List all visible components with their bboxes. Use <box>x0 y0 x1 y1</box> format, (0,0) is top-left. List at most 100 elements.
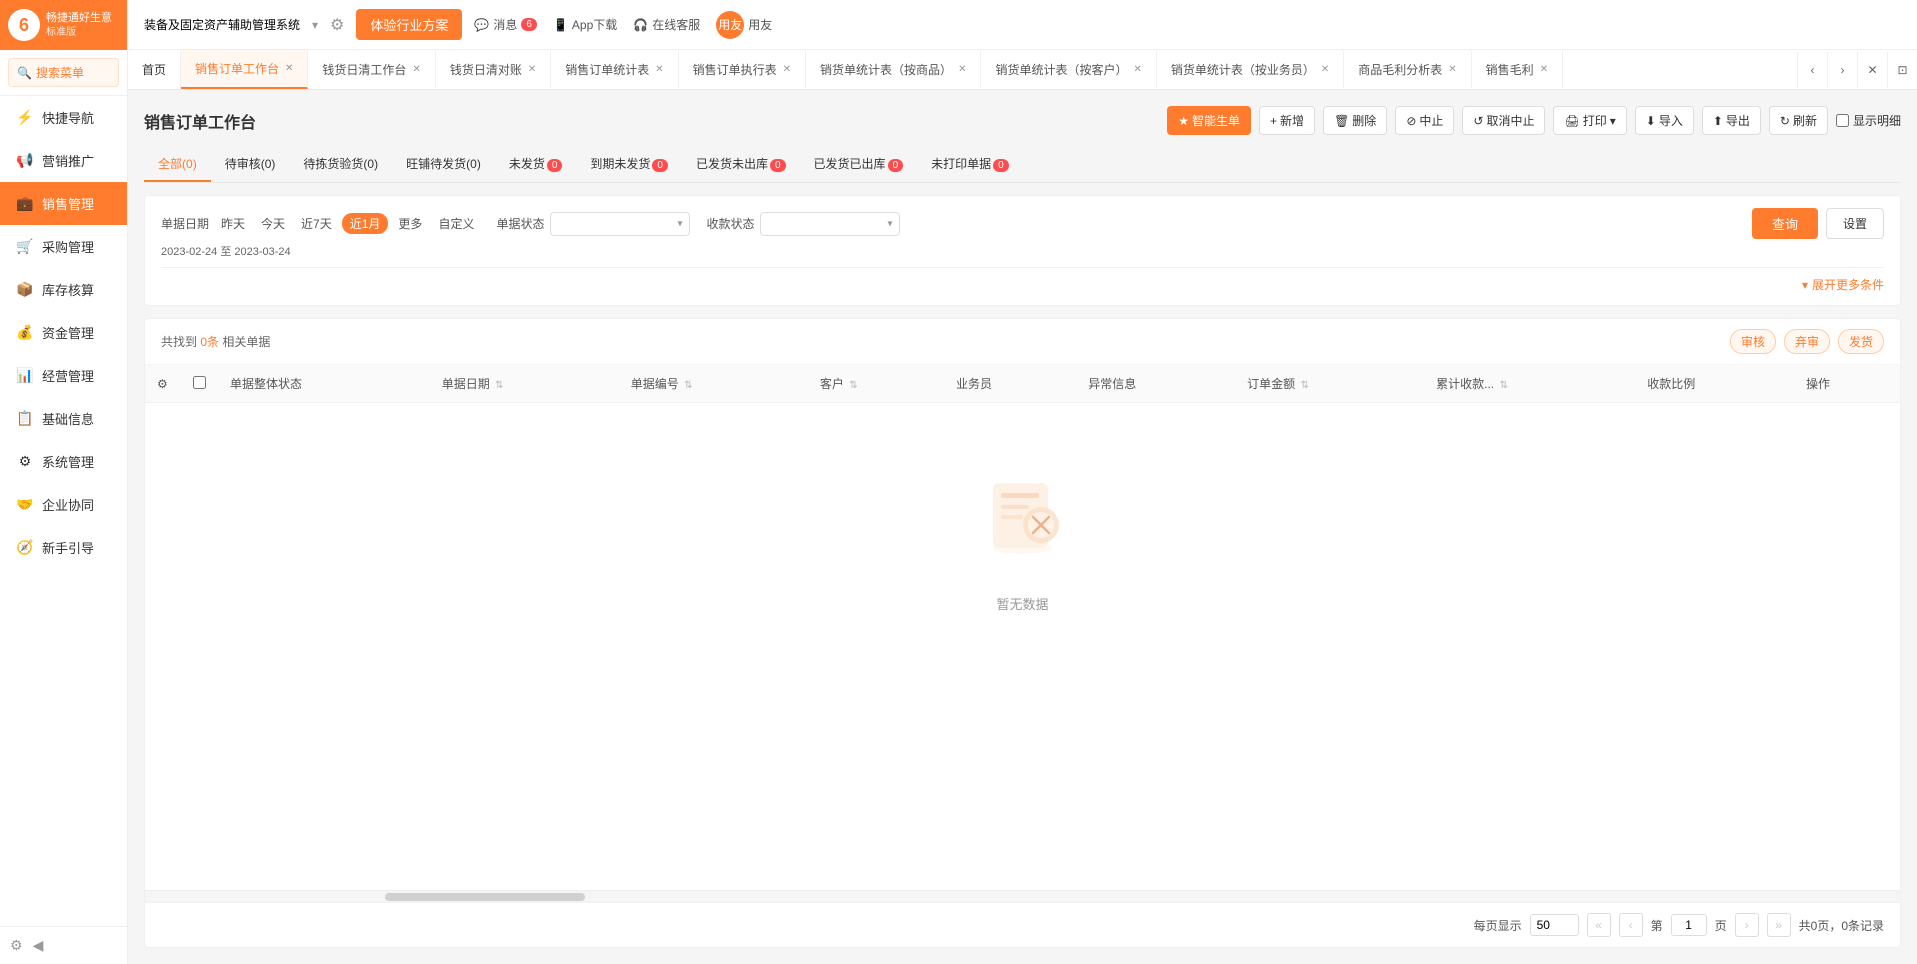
refresh-button[interactable]: ↻ 刷新 <box>1769 106 1828 135</box>
sidebar-item-finance[interactable]: 💰 资金管理 <box>0 311 127 354</box>
quick-today[interactable]: 今天 <box>255 213 291 234</box>
industry-solution-button[interactable]: 体验行业方案 <box>356 9 462 40</box>
date-quick-buttons: 昨天 今天 近7天 近1月 更多 自定义 <box>215 213 480 234</box>
tab-close-icon[interactable]: ✕ <box>655 64 663 75</box>
message-item[interactable]: 💬 消息 6 <box>474 16 537 33</box>
tab-sales-gross[interactable]: 销售毛利 ✕ <box>1472 51 1563 88</box>
setting-button[interactable]: 设置 <box>1826 208 1884 239</box>
sub-tab-pending-audit[interactable]: 待审核(0) <box>211 147 290 182</box>
print-button[interactable]: 🖨 打印 ▾ <box>1553 106 1626 135</box>
delete-button[interactable]: 🗑 删除 <box>1323 106 1387 135</box>
import-button[interactable]: ⬇ 导入 <box>1635 106 1694 135</box>
tab-gross-margin[interactable]: 商品毛利分析表 ✕ <box>1344 51 1471 88</box>
cancel-audit-button[interactable]: 弃审 <box>1784 329 1830 354</box>
tab-sales-stats-customer[interactable]: 销货单统计表（按客户） ✕ <box>981 51 1156 88</box>
status-select[interactable] <box>550 212 690 236</box>
tab-close-icon[interactable]: ✕ <box>1321 64 1329 75</box>
smart-create-button[interactable]: ★ 智能生单 <box>1167 106 1251 135</box>
settings-icon[interactable]: ⚙ <box>330 15 344 35</box>
quick-more[interactable]: 更多 <box>392 213 428 234</box>
tab-close-icon[interactable]: ✕ <box>1448 64 1456 75</box>
filter-expand-button[interactable]: ▾ 展开更多条件 <box>1802 276 1884 293</box>
sort-icon[interactable]: ⇅ <box>684 380 692 391</box>
sub-tab-wangpu-ship[interactable]: 旺铺待发货(0) <box>392 147 495 182</box>
select-all-checkbox[interactable] <box>193 376 206 389</box>
app-download-item[interactable]: 📱 App下载 <box>553 16 617 33</box>
sidebar-item-operation[interactable]: 📊 经营管理 <box>0 354 127 397</box>
tab-cash-reconcile[interactable]: 钱货日清对账 ✕ <box>436 51 551 88</box>
quick-yesterday[interactable]: 昨天 <box>215 213 251 234</box>
sidebar-item-enterprise[interactable]: 🤝 企业协同 <box>0 483 127 526</box>
show-detail-checkbox-label[interactable]: 显示明细 <box>1836 112 1901 129</box>
show-detail-checkbox[interactable] <box>1836 114 1849 127</box>
sub-tab-not-shipped[interactable]: 未发货0 <box>495 147 577 182</box>
tab-sales-workbench[interactable]: 销售订单工作台 ✕ <box>181 50 308 89</box>
prev-page-button[interactable]: ‹ <box>1619 913 1643 937</box>
sub-tab-shipped-out[interactable]: 已发货已出库0 <box>800 147 918 182</box>
search-menu-button[interactable]: 🔍 搜索菜单 <box>8 58 119 87</box>
page-size-select[interactable]: 10 20 50 100 <box>1530 914 1579 936</box>
page-number-input[interactable] <box>1671 914 1707 936</box>
sidebar-item-marketing[interactable]: 📢 营销推广 <box>0 139 127 182</box>
tab-close-icon[interactable]: ✕ <box>1540 64 1548 75</box>
collapse-button[interactable]: ◀ <box>33 937 44 954</box>
add-button[interactable]: + 新增 <box>1259 106 1315 135</box>
payment-select[interactable] <box>760 212 900 236</box>
quick-custom[interactable]: 自定义 <box>432 213 480 234</box>
ship-button[interactable]: 发货 <box>1838 329 1884 354</box>
scrollbar-thumb[interactable] <box>385 893 585 901</box>
tab-cash-daily[interactable]: 钱货日清工作台 ✕ <box>308 51 435 88</box>
sidebar-item-basic-info[interactable]: 📋 基础信息 <box>0 397 127 440</box>
sidebar-item-sales[interactable]: 💼 销售管理 <box>0 182 127 225</box>
tab-close-icon[interactable]: ✕ <box>285 63 293 74</box>
sidebar-item-quick-nav[interactable]: ⚡ 快捷导航 <box>0 96 127 139</box>
status-select-wrap <box>550 212 690 236</box>
stop-button[interactable]: ⊘ 中止 <box>1395 106 1454 135</box>
quick-1month[interactable]: 近1月 <box>342 213 389 234</box>
tab-sales-stats[interactable]: 销售订单统计表 ✕ <box>551 51 678 88</box>
online-service-item[interactable]: 🎧 在线客服 <box>633 16 700 33</box>
sidebar-item-guide[interactable]: 🧭 新手引导 <box>0 526 127 569</box>
sort-icon[interactable]: ⇅ <box>1500 380 1508 391</box>
tab-sales-exec[interactable]: 销售订单执行表 ✕ <box>679 51 806 88</box>
last-page-button[interactable]: » <box>1767 913 1791 937</box>
data-table: ⚙ 单据整体状态 单据日期 ⇅ <box>145 365 1900 403</box>
sidebar-item-system[interactable]: ⚙ 系统管理 <box>0 440 127 483</box>
sort-icon[interactable]: ⇅ <box>1300 380 1308 391</box>
finance-icon: 💰 <box>16 324 34 341</box>
enterprise-icon: 🤝 <box>16 496 34 513</box>
sub-tab-not-printed[interactable]: 未打印单据0 <box>917 147 1023 182</box>
export-button[interactable]: ⬆ 导出 <box>1702 106 1761 135</box>
sidebar-item-purchase[interactable]: 🛒 采购管理 <box>0 225 127 268</box>
sub-tab-all[interactable]: 全部(0) <box>144 147 211 182</box>
tab-close-all[interactable]: ✕ <box>1857 52 1887 88</box>
tab-close-icon[interactable]: ✕ <box>783 64 791 75</box>
tab-close-icon[interactable]: ✕ <box>412 64 420 75</box>
user-menu[interactable]: 用友 用友 <box>716 11 772 39</box>
tab-close-icon[interactable]: ✕ <box>958 64 966 75</box>
tab-sales-stats-staff[interactable]: 销货单统计表（按业务员） ✕ <box>1157 51 1344 88</box>
sub-tab-shipped-not-out[interactable]: 已发货未出库0 <box>682 147 800 182</box>
tab-nav-prev[interactable]: ‹ <box>1797 52 1827 88</box>
settings-icon[interactable]: ⚙ <box>157 377 168 391</box>
tab-nav-next[interactable]: › <box>1827 52 1857 88</box>
tab-expand[interactable]: ⊡ <box>1887 52 1917 88</box>
horizontal-scrollbar[interactable] <box>145 890 1900 902</box>
tab-close-icon[interactable]: ✕ <box>528 64 536 75</box>
page-title: 销售订单工作台 <box>144 109 256 133</box>
tab-home[interactable]: 首页 <box>128 51 181 88</box>
quick-7days[interactable]: 近7天 <box>295 213 338 234</box>
sort-icon[interactable]: ⇅ <box>849 380 857 391</box>
tab-close-icon[interactable]: ✕ <box>1133 64 1141 75</box>
query-button[interactable]: 查询 <box>1752 208 1818 239</box>
next-page-button[interactable]: › <box>1735 913 1759 937</box>
sidebar-item-inventory[interactable]: 📦 库存核算 <box>0 268 127 311</box>
tab-sales-stats-product[interactable]: 销货单统计表（按商品） ✕ <box>806 51 981 88</box>
audit-button[interactable]: 审核 <box>1730 329 1776 354</box>
sub-tab-overdue-not-shipped[interactable]: 到期未发货0 <box>576 147 682 182</box>
cancel-stop-button[interactable]: ↺ 取消中止 <box>1462 106 1545 135</box>
sub-tab-pending-inspect[interactable]: 待拣货验货(0) <box>289 147 392 182</box>
settings-button[interactable]: ⚙ <box>10 937 23 954</box>
sort-icon[interactable]: ⇅ <box>495 380 503 391</box>
first-page-button[interactable]: « <box>1587 913 1611 937</box>
